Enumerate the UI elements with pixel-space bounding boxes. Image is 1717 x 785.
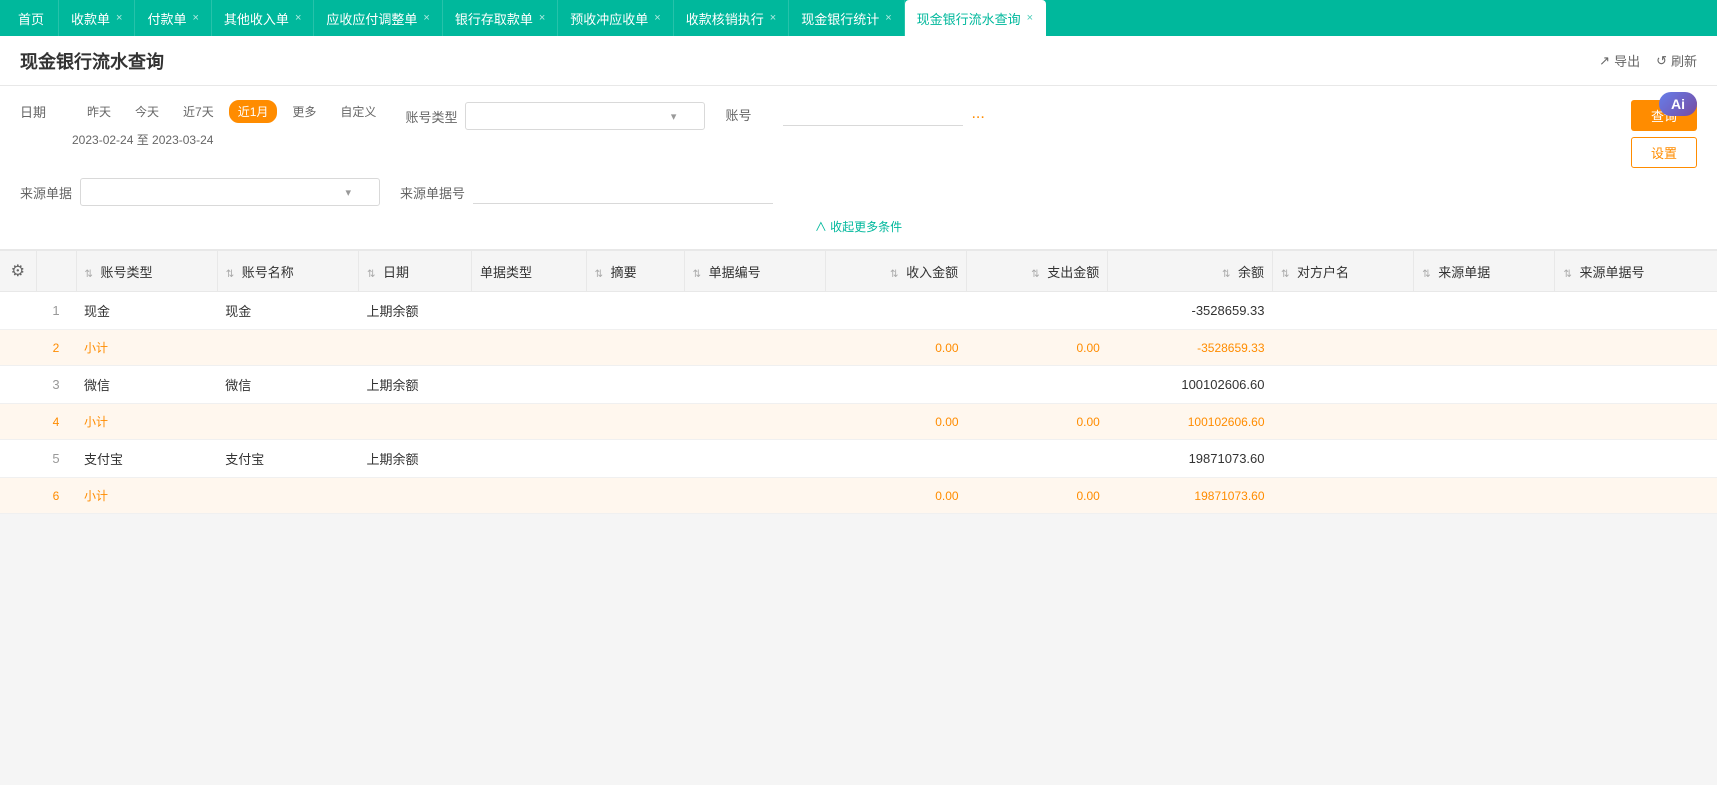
source-doc-no-label: 来源单据号 <box>400 183 465 202</box>
col-summary[interactable]: ⇅ 摘要 <box>586 251 684 292</box>
close-tab-3-icon[interactable]: × <box>423 12 429 24</box>
nav-home[interactable]: 首页 <box>4 0 59 36</box>
col-doc-type: 单据类型 <box>471 251 586 292</box>
col-income[interactable]: ⇅ 收入金额 <box>825 251 966 292</box>
page-header: 现金银行流水查询 ↗ 导出 ↺ 刷新 <box>0 36 1717 86</box>
close-tab-7-icon[interactable]: × <box>885 12 891 24</box>
sort-arrows-icon: ⇅ <box>693 269 701 280</box>
col-balance[interactable]: ⇅ 余额 <box>1108 251 1273 292</box>
page-title: 现金银行流水查询 <box>20 48 164 74</box>
export-icon: ↗ <box>1599 53 1610 69</box>
source-doc-label: 来源单据 <box>20 183 72 202</box>
col-doc-no[interactable]: ⇅ 单据编号 <box>684 251 825 292</box>
col-account-type[interactable]: ⇅ 账号类型 <box>76 251 217 292</box>
nav-tab-0[interactable]: 收款单 × <box>59 0 135 36</box>
close-tab-2-icon[interactable]: × <box>295 12 301 24</box>
date-btn-7days[interactable]: 近7天 <box>174 100 223 123</box>
collapse-bar[interactable]: ∧ 收起更多条件 <box>20 212 1697 235</box>
nav-tab-5[interactable]: 预收冲应收单 × <box>558 0 673 36</box>
refresh-button[interactable]: ↺ 刷新 <box>1656 51 1697 70</box>
table-header-row: ⚙ ⇅ 账号类型 ⇅ 账号名称 ⇅ 日期 单据类型 <box>0 251 1717 292</box>
account-ellipsis-button[interactable]: ... <box>971 105 984 123</box>
table-row: 1现金现金上期余额-3528659.33 <box>0 292 1717 330</box>
table-row: 2小计0.000.00-3528659.33 <box>0 330 1717 366</box>
ai-badge[interactable]: Ai <box>1659 92 1697 116</box>
table-row: 4小计0.000.00100102606.60 <box>0 404 1717 440</box>
nav-tab-2[interactable]: 其他收入单 × <box>212 0 314 36</box>
date-range-display: 2023-02-24 至 2023-03-24 <box>72 131 385 148</box>
collapse-up-icon: ∧ <box>815 220 830 234</box>
account-type-label: 账号类型 <box>405 107 457 126</box>
nav-tab-1[interactable]: 付款单 × <box>135 0 211 36</box>
table-wrap: ⚙ ⇅ 账号类型 ⇅ 账号名称 ⇅ 日期 单据类型 <box>0 250 1717 514</box>
nav-tab-7[interactable]: 现金银行统计 × <box>789 0 904 36</box>
table-row: 6小计0.000.0019871073.60 <box>0 478 1717 514</box>
source-doc-no-input[interactable] <box>473 180 773 204</box>
close-tab-0-icon[interactable]: × <box>116 12 122 24</box>
sort-arrows-icon: ⇅ <box>367 269 375 280</box>
nav-tab-8[interactable]: 现金银行流水查询 × <box>905 0 1046 36</box>
account-type-chevron-icon: ▾ <box>671 110 677 123</box>
nav-tab-3[interactable]: 应收应付调整单 × <box>314 0 442 36</box>
col-settings[interactable]: ⚙ <box>0 251 36 292</box>
close-tab-5-icon[interactable]: × <box>654 12 660 24</box>
sort-arrows-icon: ⇅ <box>890 269 898 280</box>
close-tab-4-icon[interactable]: × <box>539 12 545 24</box>
header-actions: ↗ 导出 ↺ 刷新 <box>1599 51 1697 70</box>
table-row: 3微信微信上期余额100102606.60 <box>0 366 1717 404</box>
date-btn-more[interactable]: 更多 <box>283 100 325 123</box>
col-date[interactable]: ⇅ 日期 <box>358 251 471 292</box>
date-btn-yesterday[interactable]: 昨天 <box>78 100 120 123</box>
refresh-icon: ↺ <box>1656 53 1667 69</box>
export-button[interactable]: ↗ 导出 <box>1599 51 1640 70</box>
account-input[interactable] <box>783 102 963 126</box>
close-tab-6-icon[interactable]: × <box>770 12 776 24</box>
sort-arrows-icon: ⇅ <box>1281 269 1289 280</box>
col-rownum <box>36 251 76 292</box>
date-btn-1month[interactable]: 近1月 <box>229 100 278 123</box>
sort-arrows-icon: ⇅ <box>1563 269 1571 280</box>
sort-arrows-icon: ⇅ <box>1222 269 1230 280</box>
col-account-name[interactable]: ⇅ 账号名称 <box>217 251 358 292</box>
col-source-doc-no[interactable]: ⇅ 来源单据号 <box>1555 251 1717 292</box>
date-btn-custom[interactable]: 自定义 <box>331 100 385 123</box>
account-type-select[interactable]: ▾ <box>465 102 705 130</box>
source-doc-select[interactable]: ▾ <box>80 178 380 206</box>
sort-arrows-icon: ⇅ <box>226 269 234 280</box>
col-expense[interactable]: ⇅ 支出金额 <box>967 251 1108 292</box>
sort-arrows-icon: ⇅ <box>85 269 93 280</box>
filter-area: 日期 昨天 今天 近7天 近1月 更多 自定义 2023-02-24 至 202… <box>0 86 1717 250</box>
source-doc-chevron-icon: ▾ <box>345 186 351 199</box>
sort-arrows-icon: ⇅ <box>1031 269 1039 280</box>
top-nav: 首页 收款单 × 付款单 × 其他收入单 × 应收应付调整单 × 银行存取款单 … <box>0 0 1717 36</box>
sort-arrows-icon: ⇅ <box>1422 269 1430 280</box>
col-counterpart[interactable]: ⇅ 对方户名 <box>1273 251 1414 292</box>
sort-arrows-icon: ⇅ <box>595 269 603 280</box>
close-tab-1-icon[interactable]: × <box>192 12 198 24</box>
date-btn-today[interactable]: 今天 <box>126 100 168 123</box>
close-tab-8-icon[interactable]: × <box>1027 12 1033 24</box>
table-row: 5支付宝支付宝上期余额19871073.60 <box>0 440 1717 478</box>
account-label: 账号 <box>725 105 775 124</box>
table-settings-icon[interactable]: ⚙ <box>11 263 25 280</box>
col-source-doc[interactable]: ⇅ 来源单据 <box>1414 251 1555 292</box>
nav-tab-4[interactable]: 银行存取款单 × <box>443 0 558 36</box>
date-label: 日期 <box>20 102 70 121</box>
data-table: ⚙ ⇅ 账号类型 ⇅ 账号名称 ⇅ 日期 单据类型 <box>0 250 1717 514</box>
date-options: 昨天 今天 近7天 近1月 更多 自定义 <box>78 100 385 123</box>
settings-button[interactable]: 设置 <box>1631 137 1697 168</box>
nav-tab-6[interactable]: 收款核销执行 × <box>674 0 789 36</box>
table-body: 1现金现金上期余额-3528659.332小计0.000.00-3528659.… <box>0 292 1717 514</box>
